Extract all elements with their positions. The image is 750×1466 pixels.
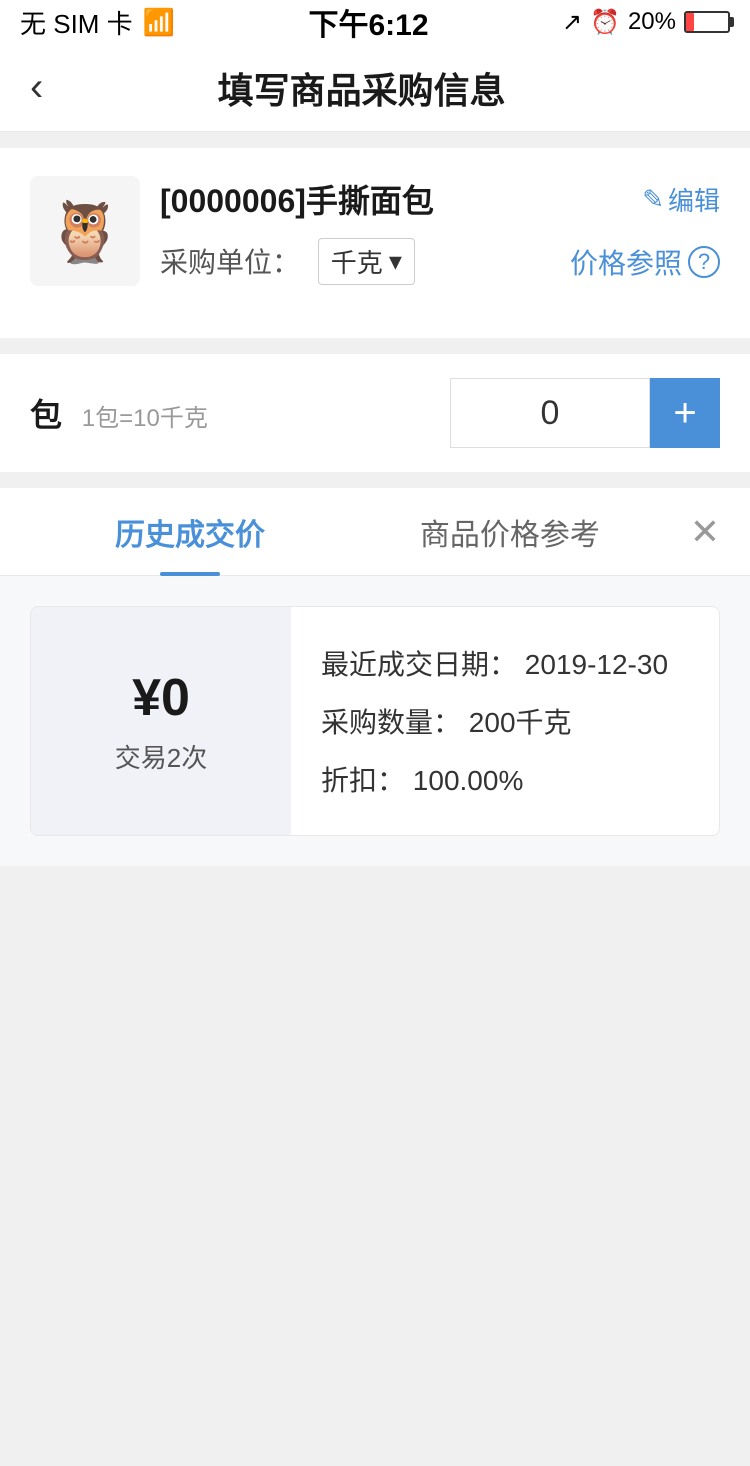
quantity-input[interactable] xyxy=(450,378,650,448)
status-time: 下午6:12 xyxy=(308,0,428,44)
tab-close-button[interactable]: ✕ xyxy=(670,511,720,553)
status-left: 无 SIM 卡 📶 xyxy=(20,4,175,41)
edit-icon: ✎ xyxy=(642,184,664,215)
nav-bar: ‹ 填写商品采购信息 xyxy=(0,44,750,132)
product-name: [0000006]手撕面包 xyxy=(160,176,434,222)
tab-history-price[interactable]: 历史成交价 xyxy=(30,488,350,576)
back-button[interactable]: ‹ xyxy=(30,65,63,110)
carrier-text: 无 SIM 卡 xyxy=(20,4,133,41)
tabs-header: 历史成交价 商品价格参考 ✕ xyxy=(0,488,750,576)
purchase-unit-row: 采购单位： 千克 ▾ 价格参照 ? xyxy=(160,238,720,285)
history-price-card: ¥0 交易2次 最近成交日期： 2019-12-30 采购数量： 200千克 折… xyxy=(30,606,720,836)
price-count: 交易2次 xyxy=(115,738,207,775)
tabs-panel: 历史成交价 商品价格参考 ✕ ¥0 交易2次 最近成交日期： 2019-12-3… xyxy=(0,488,750,866)
product-info: [0000006]手撕面包 ✎ 编辑 采购单位： 千克 ▾ 价格参照 ? xyxy=(160,176,720,285)
unit-section: 采购单位： 千克 ▾ xyxy=(160,238,415,285)
main-background xyxy=(0,866,750,1466)
quantity-controls: + xyxy=(450,378,720,448)
tab-price-ref-label: 商品价格参考 xyxy=(420,510,600,554)
status-bar: 无 SIM 卡 📶 下午6:12 ↗ ⏰ 20% xyxy=(0,0,750,44)
tab-history-label: 历史成交价 xyxy=(115,510,265,554)
edit-label: 编辑 xyxy=(668,181,720,218)
discount-row: 折扣： 100.00% xyxy=(321,759,689,799)
help-icon: ? xyxy=(688,246,720,278)
purchase-qty-label: 采购数量： xyxy=(321,707,461,738)
page-title: 填写商品采购信息 xyxy=(63,62,660,114)
location-icon: ↗ xyxy=(562,8,582,37)
alarm-icon: ⏰ xyxy=(590,8,620,37)
unit-value: 千克 xyxy=(331,243,383,280)
price-reference-button[interactable]: 价格参照 ? xyxy=(570,242,720,282)
recent-date-label: 最近成交日期： xyxy=(321,649,517,680)
quantity-unit-desc: 1包=10千克 xyxy=(82,405,208,432)
quantity-label-group: 包 1包=10千克 xyxy=(30,390,208,436)
product-name-row: [0000006]手撕面包 ✎ 编辑 xyxy=(160,176,720,222)
battery-icon xyxy=(684,11,730,33)
product-image-placeholder: 🦉 xyxy=(48,196,123,267)
quantity-plus-button[interactable]: + xyxy=(650,378,720,448)
product-header: 🦉 [0000006]手撕面包 ✎ 编辑 采购单位： 千克 ▾ xyxy=(30,176,720,286)
unit-label: 采购单位： xyxy=(160,247,300,278)
tab-product-price-ref[interactable]: 商品价格参考 xyxy=(350,488,670,576)
battery-fill xyxy=(686,13,694,31)
discount-label: 折扣： xyxy=(321,765,405,796)
status-right: ↗ ⏰ 20% xyxy=(562,8,730,37)
price-summary: ¥0 交易2次 xyxy=(31,607,291,835)
recent-date-value: 2019-12-30 xyxy=(525,649,668,680)
edit-button[interactable]: ✎ 编辑 xyxy=(642,181,720,218)
product-card: 🦉 [0000006]手撕面包 ✎ 编辑 采购单位： 千克 ▾ xyxy=(0,148,750,338)
discount-value: 100.00% xyxy=(413,765,524,796)
price-details: 最近成交日期： 2019-12-30 采购数量： 200千克 折扣： 100.0… xyxy=(291,607,719,835)
product-thumbnail: 🦉 xyxy=(30,176,140,286)
purchase-qty-value: 200千克 xyxy=(469,707,572,738)
quantity-row: 包 1包=10千克 + xyxy=(0,354,750,472)
unit-select[interactable]: 千克 ▾ xyxy=(318,238,415,285)
purchase-qty-row: 采购数量： 200千克 xyxy=(321,701,689,741)
tab-content-history: ¥0 交易2次 最近成交日期： 2019-12-30 采购数量： 200千克 折… xyxy=(0,576,750,866)
dropdown-icon: ▾ xyxy=(389,246,402,277)
wifi-icon: 📶 xyxy=(143,7,175,38)
battery-percent: 20% xyxy=(628,8,676,36)
price-ref-label: 价格参照 xyxy=(570,242,682,282)
recent-date-row: 最近成交日期： 2019-12-30 xyxy=(321,643,689,683)
quantity-unit-label: 包 xyxy=(30,397,62,433)
price-amount: ¥0 xyxy=(132,668,190,728)
